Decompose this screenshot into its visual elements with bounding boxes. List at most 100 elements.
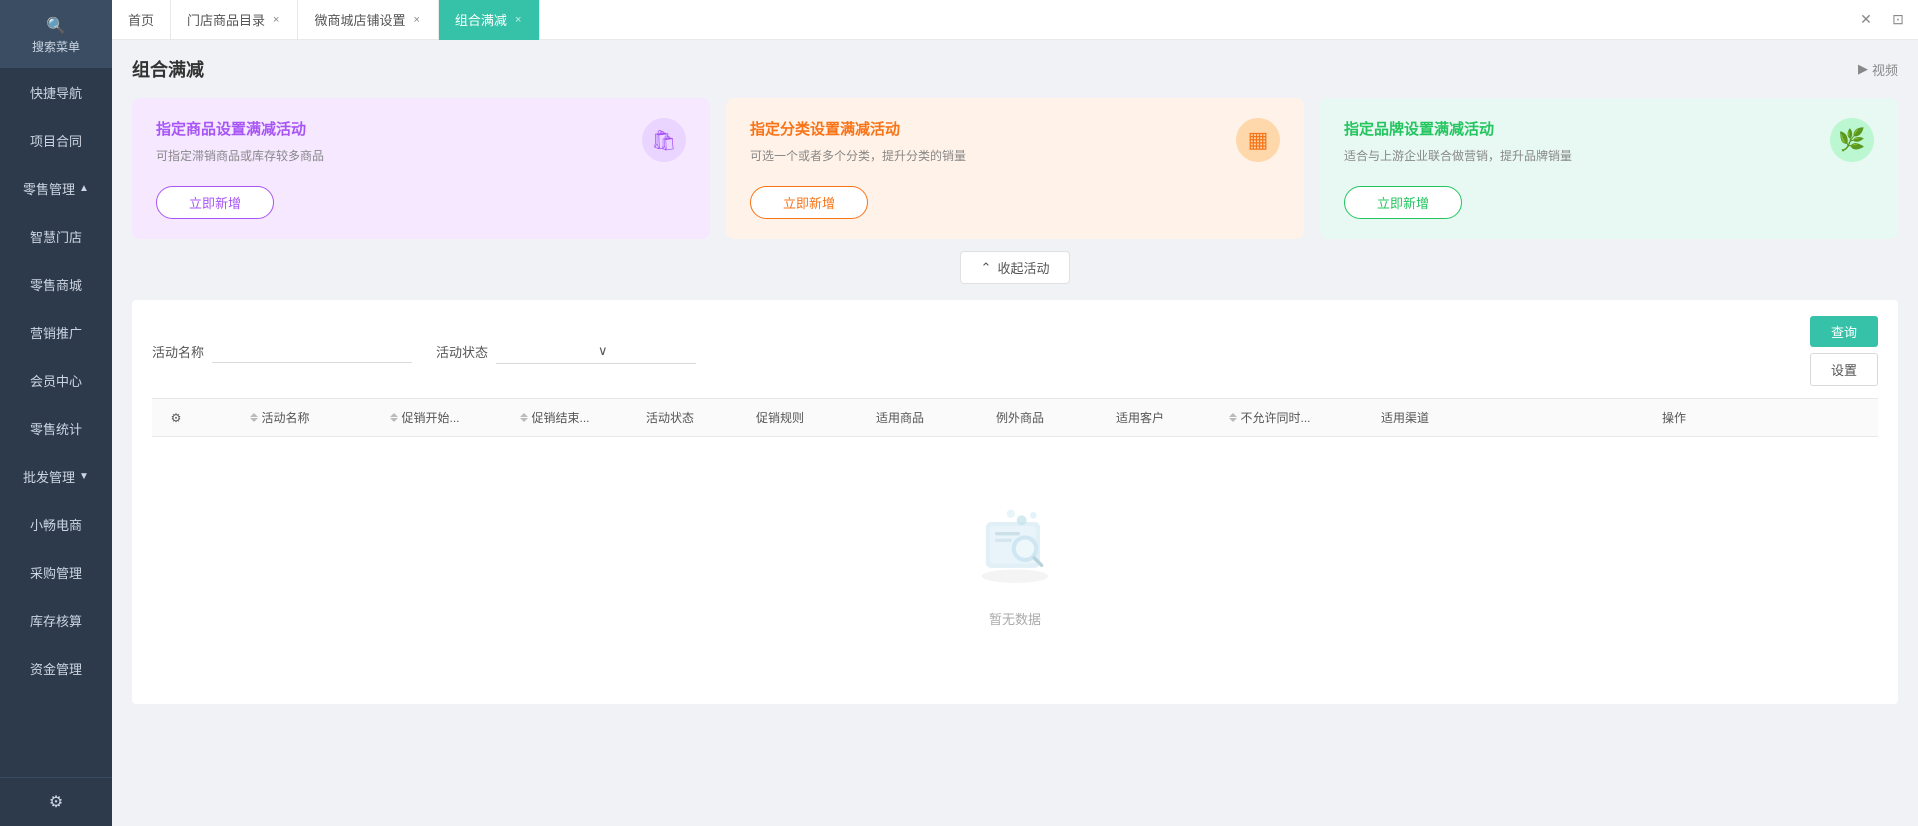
sidebar-item-ecommerce[interactable]: 小畅电商 bbox=[0, 500, 112, 548]
card-brand-icon: 🌿 bbox=[1830, 118, 1874, 162]
sidebar-finance-management-label: 资金管理 bbox=[30, 659, 82, 678]
card-category-title: 指定分类设置满减活动 bbox=[750, 118, 1280, 139]
sidebar-item-settings[interactable]: ⚙ bbox=[0, 778, 112, 826]
sidebar-item-retail-stats[interactable]: 零售统计 bbox=[0, 404, 112, 452]
card-brand-add-button[interactable]: 立即新增 bbox=[1344, 186, 1462, 219]
filter-activity-name: 活动名称 bbox=[152, 339, 412, 363]
empty-state: 暂无数据 bbox=[152, 437, 1878, 688]
activity-status-label: 活动状态 bbox=[436, 342, 488, 361]
chevron-up-icon: ▲ bbox=[79, 183, 89, 194]
sidebar-retail-stats-label: 零售统计 bbox=[30, 419, 82, 438]
th-activity-name[interactable]: 活动名称 bbox=[200, 409, 360, 426]
tab-wechat-shop[interactable]: 微商城店铺设置 × bbox=[298, 0, 438, 40]
th-activity-status-label: 活动状态 bbox=[646, 409, 694, 426]
resize-icon: ⊡ bbox=[1892, 11, 1904, 28]
collapse-button[interactable]: ⌃ 收起活动 bbox=[960, 251, 1071, 284]
close-icon: ✕ bbox=[1860, 11, 1872, 28]
sidebar-item-finance-management[interactable]: 资金管理 bbox=[0, 644, 112, 692]
tab-home[interactable]: 首页 bbox=[112, 0, 171, 40]
sidebar-item-purchase-management[interactable]: 采购管理 bbox=[0, 548, 112, 596]
sidebar-smart-store-label: 智慧门店 bbox=[30, 227, 82, 246]
tab-store-catalog-label: 门店商品目录 bbox=[187, 10, 265, 29]
card-product-desc: 可指定滞销商品或库存较多商品 bbox=[156, 147, 686, 166]
cards-row: 🛍 指定商品设置满减活动 可指定滞销商品或库存较多商品 立即新增 ▦ 指定分类设… bbox=[132, 98, 1898, 239]
tab-combo-discount[interactable]: 组合满减 × bbox=[439, 0, 540, 40]
th-promo-end-label: 促销结束... bbox=[531, 409, 589, 426]
sidebar-quick-nav-label: 快捷导航 bbox=[30, 83, 82, 102]
sidebar-item-member-center[interactable]: 会员中心 bbox=[0, 356, 112, 404]
video-link[interactable]: ▶ 视频 bbox=[1858, 60, 1898, 79]
card-category-desc: 可选一个或者多个分类，提升分类的销量 bbox=[750, 147, 1280, 166]
resize-window-button[interactable]: ⊡ bbox=[1886, 8, 1910, 32]
card-product-add-button[interactable]: 立即新增 bbox=[156, 186, 274, 219]
th-applicable-customer: 适用客户 bbox=[1080, 409, 1200, 426]
gear-col-icon: ⚙ bbox=[171, 411, 182, 425]
activity-status-select[interactable]: ∨ bbox=[496, 339, 696, 364]
close-window-button[interactable]: ✕ bbox=[1854, 8, 1878, 32]
filter-actions: 查询 设置 bbox=[1810, 316, 1878, 386]
filter-row: 活动名称 活动状态 ∨ 查询 设置 bbox=[152, 316, 1878, 386]
empty-text: 暂无数据 bbox=[989, 609, 1041, 628]
card-category: ▦ 指定分类设置满减活动 可选一个或者多个分类，提升分类的销量 立即新增 bbox=[726, 98, 1304, 239]
th-applicable-goods: 适用商品 bbox=[840, 409, 960, 426]
th-not-allow[interactable]: 不允许同时... bbox=[1200, 409, 1340, 426]
card-brand-desc: 适合与上游企业联合做营销，提升品牌销量 bbox=[1344, 147, 1874, 166]
sidebar-wholesale-management-label: 批发管理 bbox=[23, 467, 75, 486]
th-promo-start[interactable]: 促销开始... bbox=[360, 409, 490, 426]
sidebar-item-retail-mall[interactable]: 零售商城 bbox=[0, 260, 112, 308]
activity-name-input[interactable] bbox=[212, 339, 412, 363]
sidebar-item-search[interactable]: 🔍 搜索菜单 bbox=[0, 0, 112, 68]
sidebar-retail-mall-label: 零售商城 bbox=[30, 275, 82, 294]
th-applicable-channel: 适用渠道 bbox=[1340, 409, 1470, 426]
card-product-title: 指定商品设置满减活动 bbox=[156, 118, 686, 139]
th-not-allow-label: 不允许同时... bbox=[1240, 409, 1310, 426]
sidebar-purchase-management-label: 采购管理 bbox=[30, 563, 82, 582]
th-promo-end[interactable]: 促销结束... bbox=[490, 409, 620, 426]
th-applicable-customer-label: 适用客户 bbox=[1116, 409, 1164, 426]
sidebar-retail-management-label: 零售管理 bbox=[23, 179, 75, 198]
setting-button[interactable]: 设置 bbox=[1810, 353, 1878, 386]
tab-wechat-shop-label: 微商城店铺设置 bbox=[314, 10, 405, 29]
chevron-down-icon: ▼ bbox=[79, 471, 89, 482]
filter-section: 活动名称 活动状态 ∨ 查询 设置 ⚙ bbox=[132, 300, 1898, 704]
th-action: 操作 bbox=[1470, 409, 1878, 426]
th-applicable-channel-label: 适用渠道 bbox=[1381, 409, 1429, 426]
th-action-label: 操作 bbox=[1662, 409, 1686, 426]
table-header: ⚙ 活动名称 促销开始... 促销结束... 活动状态 bbox=[152, 398, 1878, 437]
query-button[interactable]: 查询 bbox=[1810, 316, 1878, 347]
dropdown-icon: ∨ bbox=[598, 343, 696, 359]
collapse-bar: ⌃ 收起活动 bbox=[132, 251, 1898, 284]
tab-store-catalog[interactable]: 门店商品目录 × bbox=[171, 0, 298, 40]
sidebar-item-inventory-calc[interactable]: 库存核算 bbox=[0, 596, 112, 644]
sidebar-item-project-contract[interactable]: 项目合同 bbox=[0, 116, 112, 164]
search-icon: 🔍 bbox=[46, 16, 66, 36]
page-header: 组合满减 ▶ 视频 bbox=[132, 56, 1898, 82]
content-area: 组合满减 ▶ 视频 🛍 指定商品设置满减活动 可指定滞销商品或库存较多商品 立即… bbox=[112, 40, 1918, 826]
sidebar-project-contract-label: 项目合同 bbox=[30, 131, 82, 150]
sidebar-ecommerce-label: 小畅电商 bbox=[30, 515, 82, 534]
sidebar-item-smart-store[interactable]: 智慧门店 bbox=[0, 212, 112, 260]
th-exception-goods-label: 例外商品 bbox=[996, 409, 1044, 426]
card-brand: 🌿 指定品牌设置满减活动 适合与上游企业联合做营销，提升品牌销量 立即新增 bbox=[1320, 98, 1898, 239]
th-activity-status: 活动状态 bbox=[620, 409, 720, 426]
card-brand-title: 指定品牌设置满减活动 bbox=[1344, 118, 1874, 139]
tab-bar-actions: ✕ ⊡ bbox=[1854, 8, 1918, 32]
sidebar-item-wholesale-management[interactable]: 批发管理 ▼ bbox=[0, 452, 112, 500]
filter-activity-status: 活动状态 ∨ bbox=[436, 339, 696, 364]
th-promo-rule: 促销规则 bbox=[720, 409, 840, 426]
sidebar-item-marketing[interactable]: 营销推广 bbox=[0, 308, 112, 356]
tab-combo-discount-label: 组合满减 bbox=[455, 10, 507, 29]
tab-combo-discount-close[interactable]: × bbox=[513, 12, 523, 28]
th-gear[interactable]: ⚙ bbox=[152, 411, 200, 425]
sidebar-search-label: 搜索菜单 bbox=[32, 38, 80, 55]
page-title: 组合满减 bbox=[132, 56, 204, 82]
tab-store-catalog-close[interactable]: × bbox=[271, 12, 281, 28]
tab-wechat-shop-close[interactable]: × bbox=[411, 12, 421, 28]
sidebar-item-quick-nav[interactable]: 快捷导航 bbox=[0, 68, 112, 116]
video-label: 视频 bbox=[1872, 60, 1898, 79]
card-category-add-button[interactable]: 立即新增 bbox=[750, 186, 868, 219]
tab-home-label: 首页 bbox=[128, 10, 154, 29]
sidebar-item-retail-management[interactable]: 零售管理 ▲ bbox=[0, 164, 112, 212]
sidebar-inventory-calc-label: 库存核算 bbox=[30, 611, 82, 630]
th-promo-rule-label: 促销规则 bbox=[756, 409, 804, 426]
